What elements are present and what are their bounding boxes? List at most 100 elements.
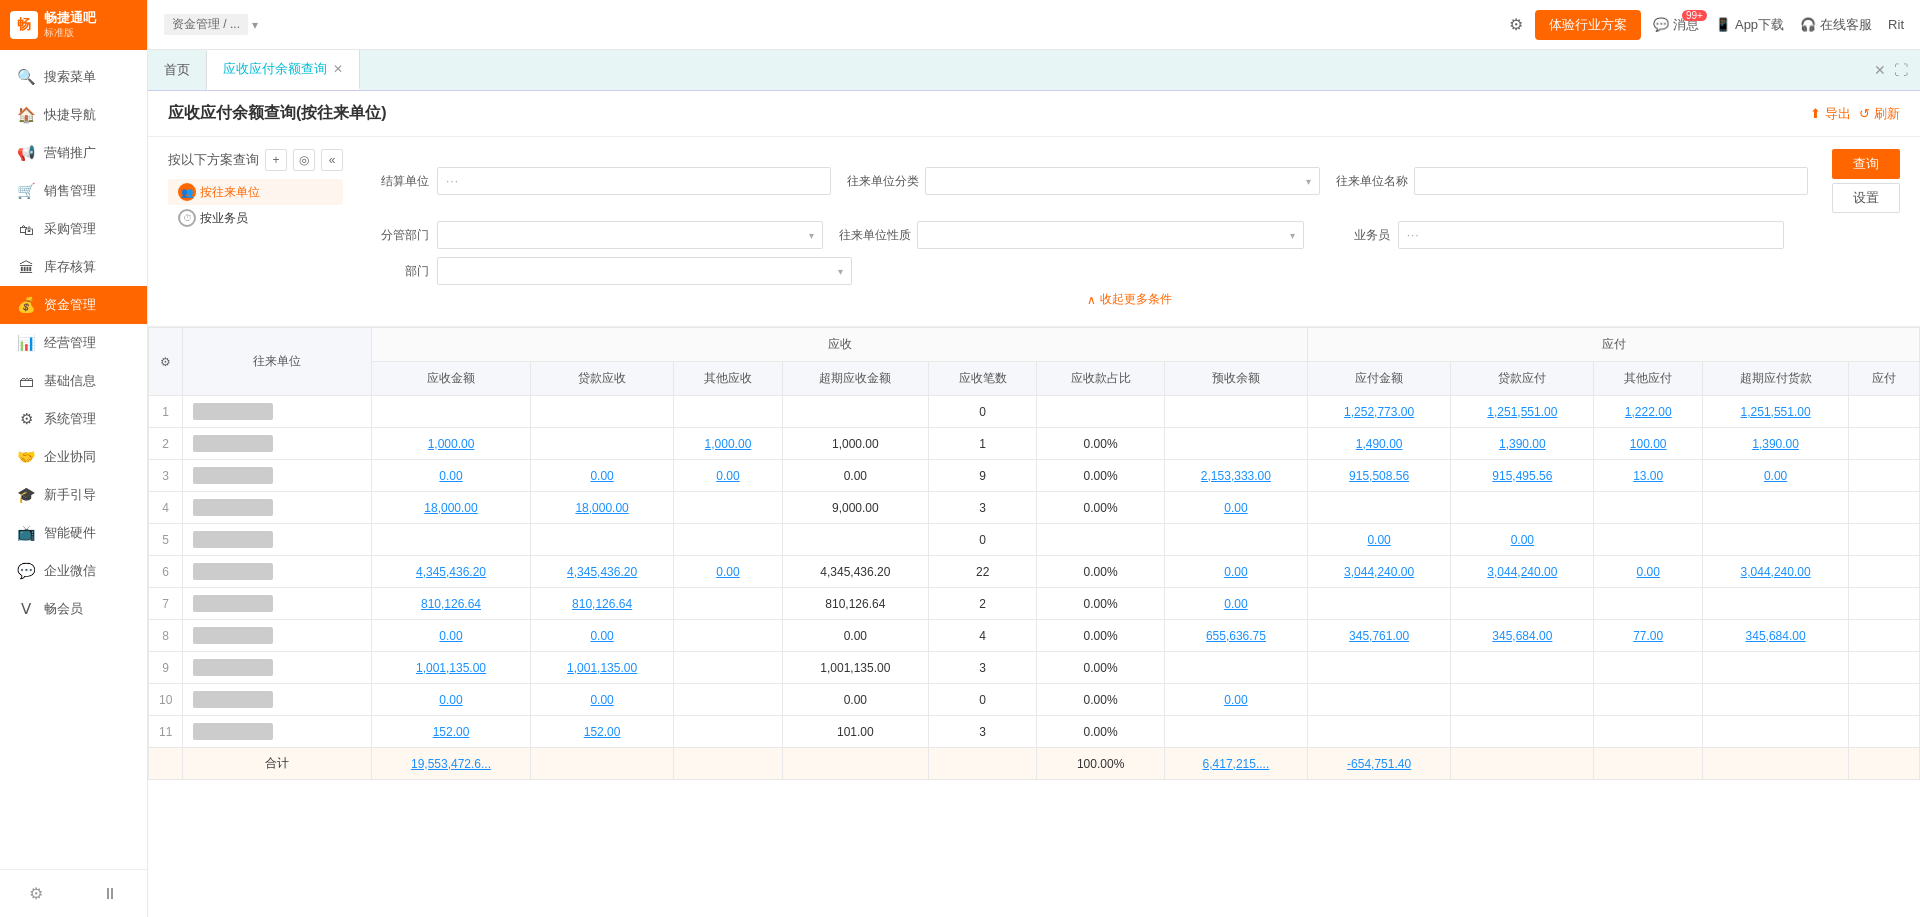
footer-ap-amt[interactable]: -654,751.40 [1308,748,1451,780]
sidebar-item-system[interactable]: ⚙系统管理 [0,400,147,438]
sidebar-item-sales[interactable]: 🛒销售管理 [0,172,147,210]
filter-target-btn[interactable]: ◎ [293,149,315,171]
sidebar-bottom: ⚙ ⏸ [0,869,147,917]
breadcrumb-dropdown-icon[interactable]: ▾ [252,18,258,32]
table-row: 6 4,345,436.204,345,436.200.004,345,436.… [149,556,1920,588]
footer-ar-prepay[interactable]: 6,417,215.... [1164,748,1307,780]
footer-row: 合计 19,553,472.6... 100.00% 6,417,215....… [149,748,1920,780]
sidebar-item-purchase[interactable]: 🛍采购管理 [0,210,147,248]
unit-category-label: 往来单位分类 [847,173,917,190]
sidebar-item-corp[interactable]: 🤝企业协同 [0,438,147,476]
export-button[interactable]: ⬆ 导出 [1810,105,1851,123]
filter-fields-panel: 结算单位 ··· 往来单位分类 ▾ [359,149,1900,314]
sidebar-item-marketing[interactable]: 📢营销推广 [0,134,147,172]
export-label: 导出 [1825,105,1851,123]
filter-arrow-btn[interactable]: « [321,149,343,171]
th-payable-group: 应付 [1308,328,1920,362]
table-row: 5 00.000.00 [149,524,1920,556]
table-row: 8 0.000.000.0040.00%655,636.75345,761.00… [149,620,1920,652]
th-ar-pct: 应收款占比 [1037,362,1164,396]
topbar-app-download[interactable]: 📱 App下载 [1715,16,1784,34]
filter-nav-by-staff[interactable]: ⏱ 按业务员 [168,205,343,231]
sidebar-item-business[interactable]: 📊 经营管理 [0,324,147,362]
refresh-button[interactable]: ↺ 刷新 [1859,105,1900,123]
filter-nav-unit-label: 按往来单位 [200,184,260,201]
filter-nav-by-unit[interactable]: 👥 按往来单位 [168,179,343,205]
filter-area: 按以下方案查询 + ◎ « 👥 按往来单位 ⏱ 按业务员 [148,137,1920,327]
export-icon: ⬆ [1810,106,1821,121]
tab-close-window-icon[interactable]: ✕ [1874,62,1886,78]
sidebar-item-member[interactable]: Ⅴ畅会员 [0,590,147,628]
filter-collapse-btn[interactable]: ∧ 收起更多条件 [359,285,1900,314]
sidebar-item-device[interactable]: 📺 智能硬件 [0,514,147,552]
page-header: 应收应付余额查询(按往来单位) ⬆ 导出 ↺ 刷新 [148,91,1920,137]
sidebar-item-wechat[interactable]: 💬企业微信 [0,552,147,590]
tab-close-icon[interactable]: ✕ [333,62,343,76]
topbar-user[interactable]: Rit [1888,17,1904,32]
tab-arbalance[interactable]: 应收应付余额查询 ✕ [207,50,360,90]
sidebar-icon-device: 📺 [16,524,36,542]
solution-button[interactable]: 体验行业方案 [1535,10,1641,40]
th-ar-count: 应收笔数 [928,362,1037,396]
sidebar-icon-business: 📊 [16,334,36,352]
unit-nature-input[interactable]: ▾ [917,221,1303,249]
sidebar-label-quicknav: 快捷导航 [44,106,96,124]
topbar-message[interactable]: 💬 消息 99+ [1653,16,1699,34]
sidebar-label-business: 经营管理 [44,334,96,352]
filter-add-btn[interactable]: + [265,149,287,171]
unit-name-input[interactable] [1414,167,1808,195]
th-ap-loan: 贷款应付 [1451,362,1594,396]
topbar-gear-icon[interactable]: ⚙ [1509,15,1523,34]
table-row: 2 1,000.001,000.001,000.0010.00%1,490.00… [149,428,1920,460]
th-ar-prepay: 预收余额 [1164,362,1307,396]
settle-unit-input[interactable]: ··· [437,167,831,195]
topbar-online-service[interactable]: 🎧 在线客服 [1800,16,1872,34]
settings-button[interactable]: 设置 [1832,183,1900,213]
sidebar-icon-search: 🔍 [16,68,36,86]
footer-label: 合计 [183,748,372,780]
footer-ar-amt[interactable]: 19,553,472.6... [372,748,531,780]
query-button[interactable]: 查询 [1832,149,1900,179]
footer-ar-overdue [782,748,928,780]
sidebar-icon-finance: 💰 [16,296,36,314]
filter-row-1: 结算单位 ··· 往来单位分类 ▾ [359,149,1900,213]
filter-settle-unit: 结算单位 ··· [359,167,831,195]
dept-input[interactable]: ▾ [437,257,852,285]
filter-nav-staff-label: 按业务员 [200,210,248,227]
sidebar-collapse-icon[interactable]: ⏸ [94,881,126,907]
sidebar: 畅 畅捷通吧 标准版 🔍搜索菜单🏠快捷导航📢营销推广🛒销售管理🛍采购管理🏛库存核… [0,0,148,917]
data-table: ⚙ 往来单位 应收 应付 应收金额 贷款应收 其他应收 超期应收金额 应收笔数 … [148,327,1920,780]
sidebar-icon-wechat: 💬 [16,562,36,580]
collapse-label: 收起更多条件 [1100,291,1172,308]
th-ar-other: 其他应收 [674,362,783,396]
sidebar-settings-icon[interactable]: ⚙ [21,880,51,907]
tabs-bar: 首页 应收应付余额查询 ✕ ✕ ⛶ [148,50,1920,91]
sidebar-item-finance[interactable]: 💰 资金管理 [0,286,147,324]
salesperson-input[interactable]: ··· [1398,221,1784,249]
sidebar-label-search: 搜索菜单 [44,68,96,86]
sidebar-item-search[interactable]: 🔍 搜索菜单 [0,58,147,96]
table-footer: 合计 19,553,472.6... 100.00% 6,417,215....… [149,748,1920,780]
filter-dept: 部门 ▾ [359,257,852,285]
dept-manage-input[interactable]: ▾ [437,221,823,249]
sidebar-item-inventory[interactable]: 🏛库存核算 [0,248,147,286]
tab-home[interactable]: 首页 [148,51,207,89]
unit-nature-arrow: ▾ [1290,230,1295,241]
filter-top-bar: 按以下方案查询 + ◎ « [168,149,343,171]
tab-home-label: 首页 [164,61,190,79]
sidebar-label-finance: 资金管理 [44,296,96,314]
filter-row-3: 部门 ▾ [359,257,1900,285]
table-settings-col[interactable]: ⚙ [149,328,183,396]
footer-ap-extra [1849,748,1920,780]
sidebar-item-quicknav[interactable]: 🏠快捷导航 [0,96,147,134]
tab-maximize-icon[interactable]: ⛶ [1894,62,1908,78]
unit-category-arrow: ▾ [1306,176,1311,187]
sidebar-item-guide[interactable]: 🎓新手引导 [0,476,147,514]
tab-actions: ✕ ⛶ [1874,62,1920,78]
page-actions: ⬆ 导出 ↺ 刷新 [1810,105,1900,123]
table-row: 7 810,126.64810,126.64810,126.6420.00%0.… [149,588,1920,620]
sidebar-label-device: 智能硬件 [44,524,96,542]
unit-category-input[interactable]: ▾ [925,167,1319,195]
sidebar-item-base[interactable]: 🗃基础信息 [0,362,147,400]
sidebar-label-guide: 新手引导 [44,486,96,504]
